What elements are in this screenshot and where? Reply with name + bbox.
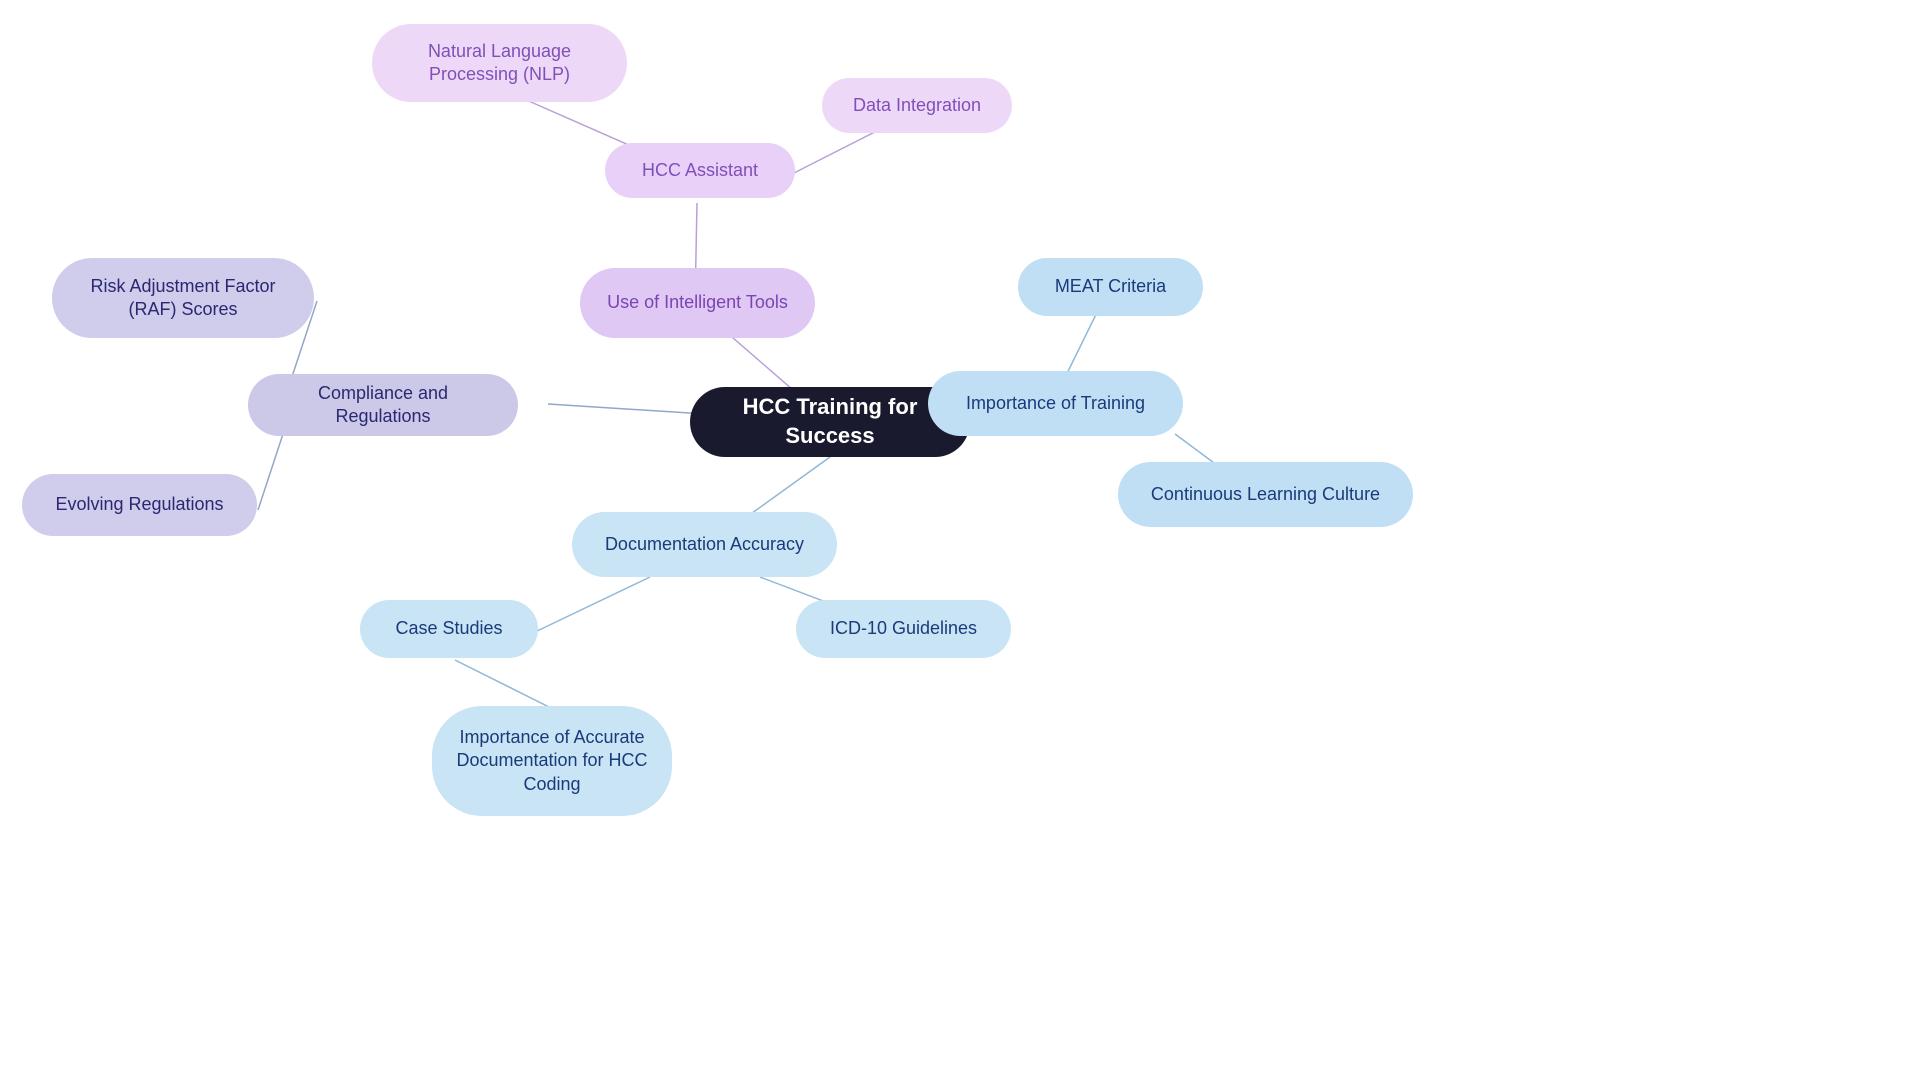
hcc-assistant-node: HCC Assistant xyxy=(605,143,795,198)
data-integration-node: Data Integration xyxy=(822,78,1012,133)
raf-scores-node: Risk Adjustment Factor (RAF) Scores xyxy=(52,258,314,338)
accurate-doc-node: Importance of Accurate Documentation for… xyxy=(432,706,672,816)
use-intelligent-tools-node: Use of Intelligent Tools xyxy=(580,268,815,338)
importance-training-node: Importance of Training xyxy=(928,371,1183,436)
icd10-node: ICD-10 Guidelines xyxy=(796,600,1011,658)
continuous-learning-node: Continuous Learning Culture xyxy=(1118,462,1413,527)
compliance-node: Compliance and Regulations xyxy=(248,374,518,436)
nlp-node: Natural Language Processing (NLP) xyxy=(372,24,627,102)
documentation-accuracy-node: Documentation Accuracy xyxy=(572,512,837,577)
meat-criteria-node: MEAT Criteria xyxy=(1018,258,1203,316)
case-studies-node: Case Studies xyxy=(360,600,538,658)
evolving-regulations-node: Evolving Regulations xyxy=(22,474,257,536)
mind-map-container: HCC Training for Success Use of Intellig… xyxy=(0,0,1920,1083)
connections-svg xyxy=(0,0,1920,1083)
